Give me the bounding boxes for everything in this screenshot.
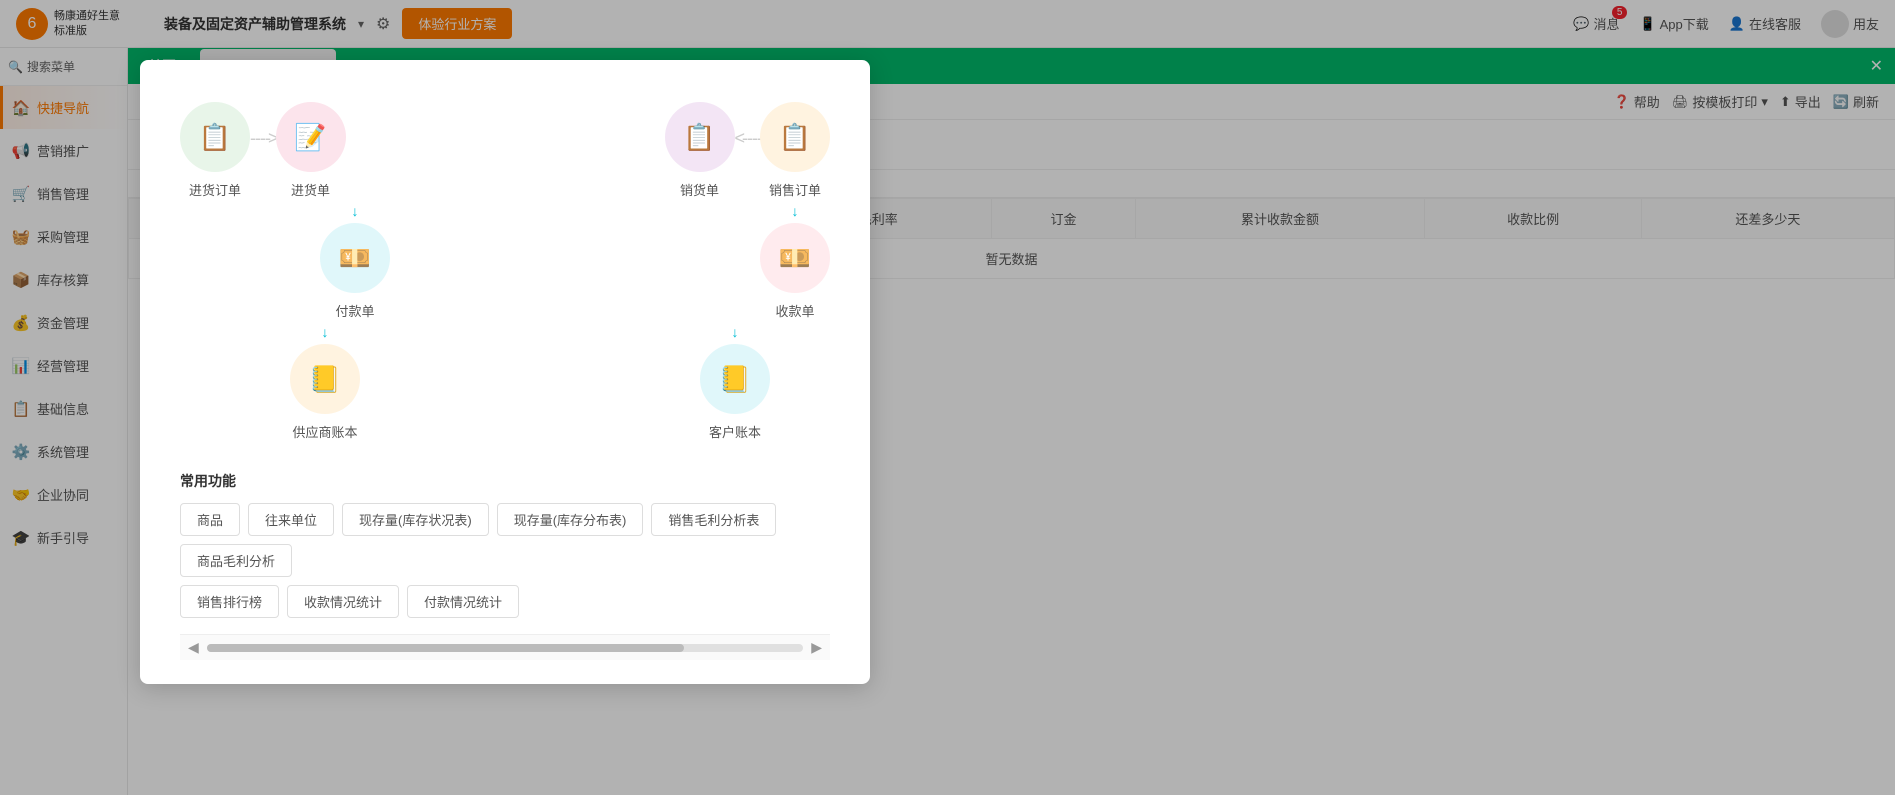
customer-ledger-node[interactable]: ↓ 📒 客户账本 bbox=[700, 324, 770, 441]
purchase-order-icon: 📋 bbox=[180, 102, 250, 172]
scroll-right-arrow[interactable]: ▶ bbox=[811, 639, 822, 656]
supplier-ledger-icon: 📒 bbox=[290, 344, 360, 414]
func-btn-partners[interactable]: 往来单位 bbox=[248, 503, 334, 536]
flow-diagram: 📋 进货订单 - - - -> 📝 进货单 📋 销货单 bbox=[180, 92, 830, 451]
receipt-bill-icon: 💴 bbox=[760, 223, 830, 293]
payment-bill-icon: 💴 bbox=[320, 223, 390, 293]
customer-ledger-icon: 📒 bbox=[700, 344, 770, 414]
func-btn-stock-dist[interactable]: 现存量(库存分布表) bbox=[497, 503, 644, 536]
scroll-track[interactable] bbox=[207, 644, 803, 652]
quick-nav-modal: 📋 进货订单 - - - -> 📝 进货单 📋 销货单 bbox=[140, 60, 870, 684]
payment-bill-node[interactable]: ↓ 💴 付款单 bbox=[320, 203, 390, 320]
common-functions-section: 常用功能 商品 往来单位 现存量(库存状况表) 现存量(库存分布表) 销售毛利分… bbox=[180, 471, 830, 618]
purchase-order-node[interactable]: 📋 进货订单 bbox=[180, 102, 250, 199]
func-btn-payment-stats[interactable]: 付款情况统计 bbox=[407, 585, 519, 618]
sales-order-icon: 📋 bbox=[760, 102, 830, 172]
scroll-left-arrow[interactable]: ◀ bbox=[188, 639, 199, 656]
purchase-bill-icon: 📝 bbox=[276, 102, 346, 172]
scroll-thumb bbox=[207, 644, 684, 652]
func-btn-product-gross-analysis[interactable]: 商品毛利分析 bbox=[180, 544, 292, 577]
modal-scrollbar: ◀ ▶ bbox=[180, 634, 830, 660]
func-btn-sales-ranking[interactable]: 销售排行榜 bbox=[180, 585, 279, 618]
receipt-bill-node[interactable]: ↓ 💴 收款单 bbox=[760, 203, 830, 320]
common-functions-title: 常用功能 bbox=[180, 471, 830, 491]
sales-bill-icon: 📋 bbox=[665, 102, 735, 172]
sales-order-node[interactable]: 📋 销售订单 bbox=[760, 102, 830, 199]
func-btn-receipt-stats[interactable]: 收款情况统计 bbox=[287, 585, 399, 618]
func-btn-sales-gross-analysis[interactable]: 销售毛利分析表 bbox=[651, 503, 776, 536]
func-btn-product[interactable]: 商品 bbox=[180, 503, 240, 536]
purchase-bill-node[interactable]: 📝 进货单 bbox=[276, 102, 346, 199]
function-buttons-row2: 销售排行榜 收款情况统计 付款情况统计 bbox=[180, 585, 830, 618]
supplier-ledger-node[interactable]: ↓ 📒 供应商账本 bbox=[290, 324, 360, 441]
function-buttons-row1: 商品 往来单位 现存量(库存状况表) 现存量(库存分布表) 销售毛利分析表 商品… bbox=[180, 503, 830, 577]
func-btn-stock-status[interactable]: 现存量(库存状况表) bbox=[342, 503, 489, 536]
sales-bill-node[interactable]: 📋 销货单 bbox=[665, 102, 735, 199]
